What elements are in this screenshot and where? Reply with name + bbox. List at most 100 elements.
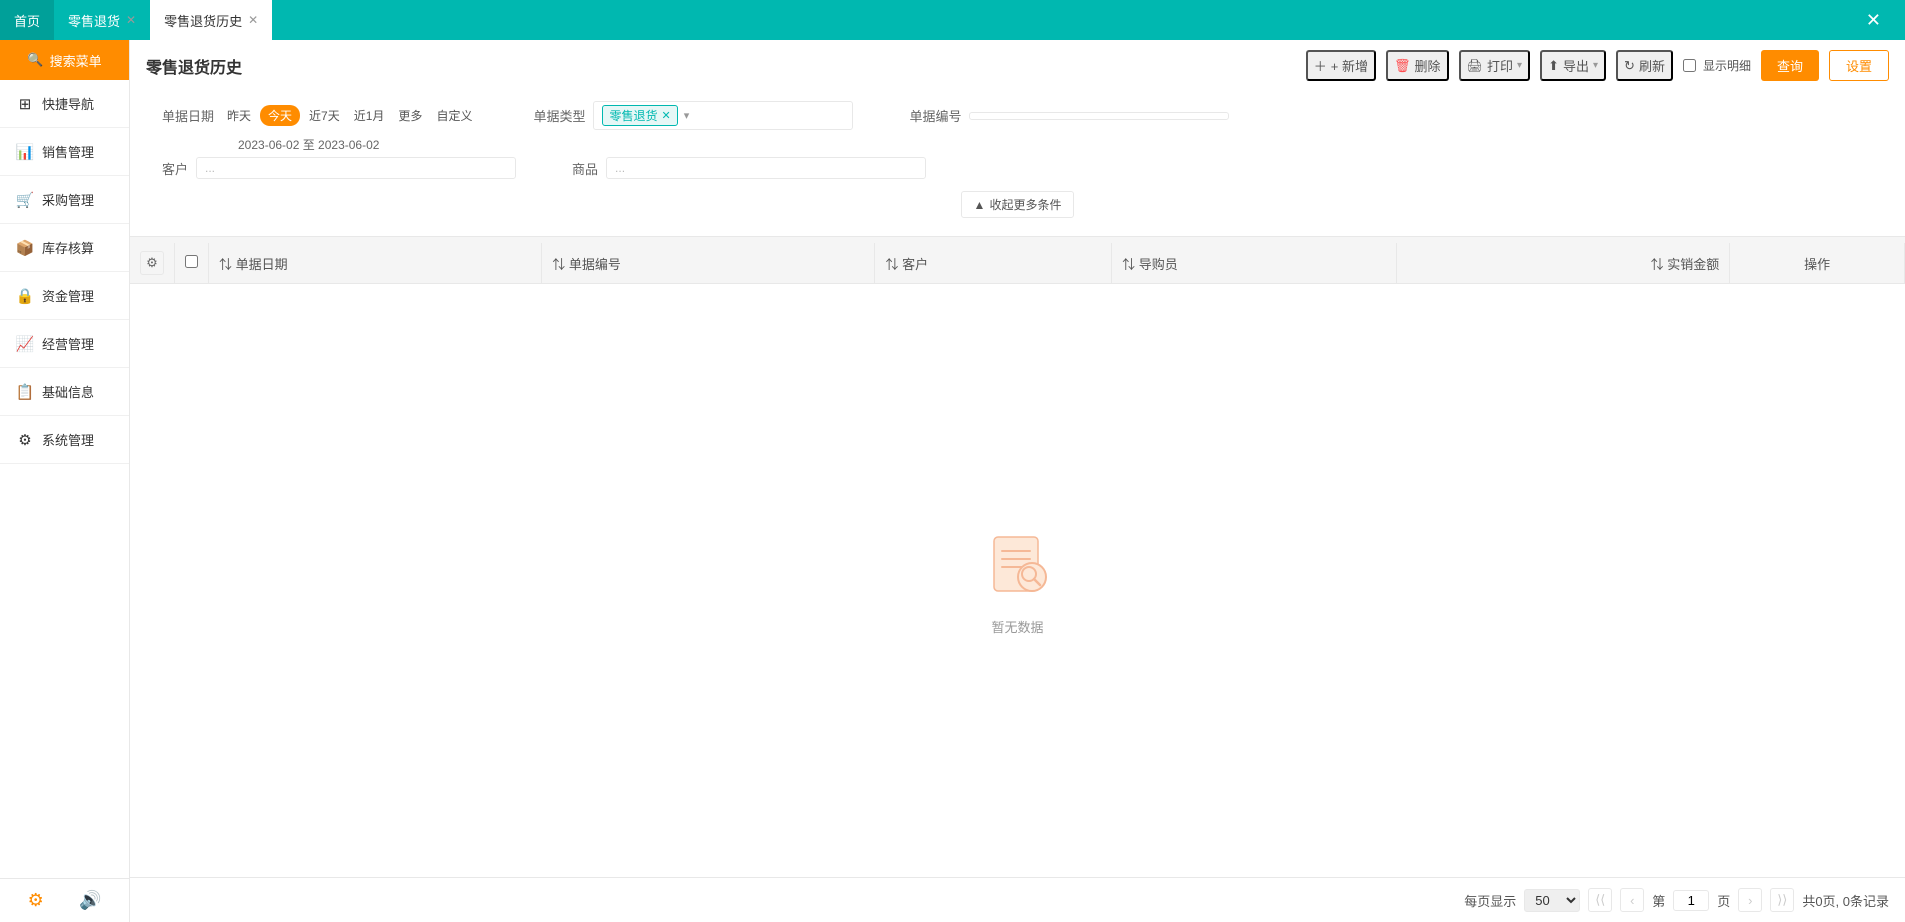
sidebar-item-purchase-mgmt[interactable]: 🛒 采购管理 xyxy=(0,176,129,224)
date-filter-label: 单据日期 xyxy=(162,106,214,125)
customer-filter: 客户 ... xyxy=(162,157,516,179)
doc-type-dropdown-icon: ▾ xyxy=(684,109,690,122)
quick-nav-icon: ⊞ xyxy=(16,95,34,113)
last-page-button[interactable]: ⟩⟩ xyxy=(1770,888,1794,912)
tab-retail-return-history[interactable]: 零售退货历史 ✕ xyxy=(150,0,272,40)
date-opt-7days[interactable]: 近7天 xyxy=(304,106,345,125)
filter-row-date-range: 2023-06-02 至 2023-06-02 xyxy=(162,134,1873,153)
empty-text: 暂无数据 xyxy=(991,617,1043,636)
delete-button[interactable]: 🗑 删除 xyxy=(1386,50,1449,81)
date-opt-more[interactable]: 更多 xyxy=(393,106,427,125)
sidebar-item-operations[interactable]: 📈 经营管理 xyxy=(0,320,129,368)
goods-filter: 商品 ... xyxy=(572,157,926,179)
sidebar-item-inventory[interactable]: 📦 库存核算 xyxy=(0,224,129,272)
doc-no-filter: 单据编号 xyxy=(909,106,1229,125)
export-icon: ⬆ xyxy=(1548,58,1559,74)
sidebar-item-quick-nav[interactable]: ⊞ 快捷导航 xyxy=(0,80,129,128)
sidebar-item-system-mgmt[interactable]: ⚙ 系统管理 xyxy=(0,416,129,464)
goods-placeholder: ... xyxy=(615,161,625,175)
finance-icon: 🔒 xyxy=(16,287,34,305)
doc-no-label: 单据编号 xyxy=(909,106,961,125)
customer-input[interactable]: ... xyxy=(196,157,516,179)
settings-button[interactable]: 设置 xyxy=(1829,50,1889,81)
page-label-suffix: 页 xyxy=(1717,891,1730,910)
doc-no-input[interactable] xyxy=(969,112,1229,120)
empty-state: 暂无数据 xyxy=(130,284,1905,877)
page-size-label: 每页显示 xyxy=(1464,891,1516,910)
tab-retail-return-close[interactable]: ✕ xyxy=(126,13,136,27)
tab-home[interactable]: 首页 xyxy=(0,0,54,40)
date-opt-today[interactable]: 今天 xyxy=(260,105,300,126)
purchase-mgmt-icon: 🛒 xyxy=(16,191,34,209)
next-page-button[interactable]: › xyxy=(1738,888,1762,912)
sidebar-settings-icon[interactable]: ⚙ xyxy=(28,890,44,911)
filter-area: 单据日期 昨天 今天 近7天 近1月 更多 自定义 单据类型 xyxy=(146,91,1889,236)
doc-type-filter: 单据类型 零售退货 ✕ ▾ xyxy=(533,101,853,130)
main-content: 零售退货历史 ＋ + 新增 🗑 删除 🖨 打印 ▾ xyxy=(130,40,1905,922)
page-size-select[interactable]: 50 10 20 100 xyxy=(1524,889,1580,912)
layout: 🔍 搜索菜单 ⊞ 快捷导航 📊 销售管理 🛒 采购管理 📦 库存核算 🔒 资金管… xyxy=(0,40,1905,922)
sales-mgmt-icon: 📊 xyxy=(16,143,34,161)
page-number-input[interactable] xyxy=(1673,890,1709,911)
table-settings-icon[interactable]: ⚙ xyxy=(140,251,164,275)
print-dropdown-icon: ▾ xyxy=(1517,60,1522,71)
date-opt-yesterday[interactable]: 昨天 xyxy=(222,106,256,125)
date-opt-1month[interactable]: 近1月 xyxy=(349,106,390,125)
system-mgmt-icon: ⚙ xyxy=(16,431,34,449)
customer-placeholder: ... xyxy=(205,161,215,175)
sidebar-search[interactable]: 🔍 搜索菜单 xyxy=(0,40,129,80)
refresh-button[interactable]: ↻ 刷新 xyxy=(1616,50,1673,81)
window-close-button[interactable]: ✕ xyxy=(1858,10,1889,31)
sidebar: 🔍 搜索菜单 ⊞ 快捷导航 📊 销售管理 🛒 采购管理 📦 库存核算 🔒 资金管… xyxy=(0,40,130,922)
tab-retail-return-history-close[interactable]: ✕ xyxy=(248,13,258,27)
query-button[interactable]: 查询 xyxy=(1761,50,1819,81)
th-guide: ⇅ 导购员 xyxy=(1112,243,1397,284)
export-button[interactable]: ⬆ 导出 ▾ xyxy=(1540,50,1606,81)
search-icon: 🔍 xyxy=(27,52,43,68)
sidebar-volume-icon[interactable]: 🔊 xyxy=(79,890,101,911)
goods-input[interactable]: ... xyxy=(606,157,926,179)
th-amount: ⇅ 实销金额 xyxy=(1396,243,1729,284)
top-bar-right: ✕ xyxy=(1858,10,1905,31)
first-page-button[interactable]: ⟨⟨ xyxy=(1588,888,1612,912)
total-label: 共0页, 0条记录 xyxy=(1802,891,1889,910)
page-header: 零售退货历史 ＋ + 新增 🗑 删除 🖨 打印 ▾ xyxy=(130,40,1905,237)
goods-label: 商品 xyxy=(572,159,598,178)
print-button[interactable]: 🖨 打印 ▾ xyxy=(1459,50,1531,81)
page-title-row: 零售退货历史 ＋ + 新增 🗑 删除 🖨 打印 ▾ xyxy=(146,50,1889,81)
th-checkbox xyxy=(175,243,209,284)
basic-info-icon: 📋 xyxy=(16,383,34,401)
add-icon: ＋ xyxy=(1314,56,1327,75)
sidebar-item-sales-mgmt[interactable]: 📊 销售管理 xyxy=(0,128,129,176)
date-opt-custom[interactable]: 自定义 xyxy=(431,106,477,125)
date-range-display: 2023-06-02 至 2023-06-02 xyxy=(238,136,379,153)
data-table: ⚙ ⇅ 单据日期 ⇅ 单据编号 xyxy=(130,243,1905,284)
show-detail-toggle[interactable]: 显示明细 xyxy=(1683,57,1751,74)
doc-type-label: 单据类型 xyxy=(533,106,585,125)
print-icon: 🖨 xyxy=(1467,58,1484,74)
export-dropdown-icon: ▾ xyxy=(1593,60,1598,71)
date-filter: 单据日期 昨天 今天 近7天 近1月 更多 自定义 xyxy=(162,105,477,126)
table-container: ⚙ ⇅ 单据日期 ⇅ 单据编号 xyxy=(130,243,1905,922)
empty-icon xyxy=(978,525,1058,605)
tab-retail-return[interactable]: 零售退货 ✕ xyxy=(54,0,150,40)
page-label-prefix: 第 xyxy=(1652,891,1665,910)
add-button[interactable]: ＋ + 新增 xyxy=(1306,50,1376,81)
select-all-checkbox[interactable] xyxy=(185,255,198,268)
delete-icon: 🗑 xyxy=(1394,58,1411,74)
customer-label: 客户 xyxy=(162,159,188,178)
sidebar-item-basic-info[interactable]: 📋 基础信息 xyxy=(0,368,129,416)
doc-type-tag-close[interactable]: ✕ xyxy=(661,109,670,122)
collapse-button[interactable]: ▲ 收起更多条件 xyxy=(961,191,1075,218)
doc-type-input[interactable]: 零售退货 ✕ ▾ xyxy=(593,101,853,130)
pagination: 每页显示 50 10 20 100 ⟨⟨ ‹ 第 页 › ⟩⟩ 共0页, 0条记… xyxy=(130,877,1905,922)
th-actions: 操作 xyxy=(1730,243,1905,284)
operations-icon: 📈 xyxy=(16,335,34,353)
show-detail-checkbox[interactable] xyxy=(1683,59,1696,72)
date-options: 昨天 今天 近7天 近1月 更多 自定义 xyxy=(222,105,477,126)
prev-page-button[interactable]: ‹ xyxy=(1620,888,1644,912)
sidebar-item-finance[interactable]: 🔒 资金管理 xyxy=(0,272,129,320)
page-title: 零售退货历史 xyxy=(146,54,242,78)
sidebar-bottom: ⚙ 🔊 xyxy=(0,878,129,922)
collapse-icon: ▲ xyxy=(974,198,986,212)
